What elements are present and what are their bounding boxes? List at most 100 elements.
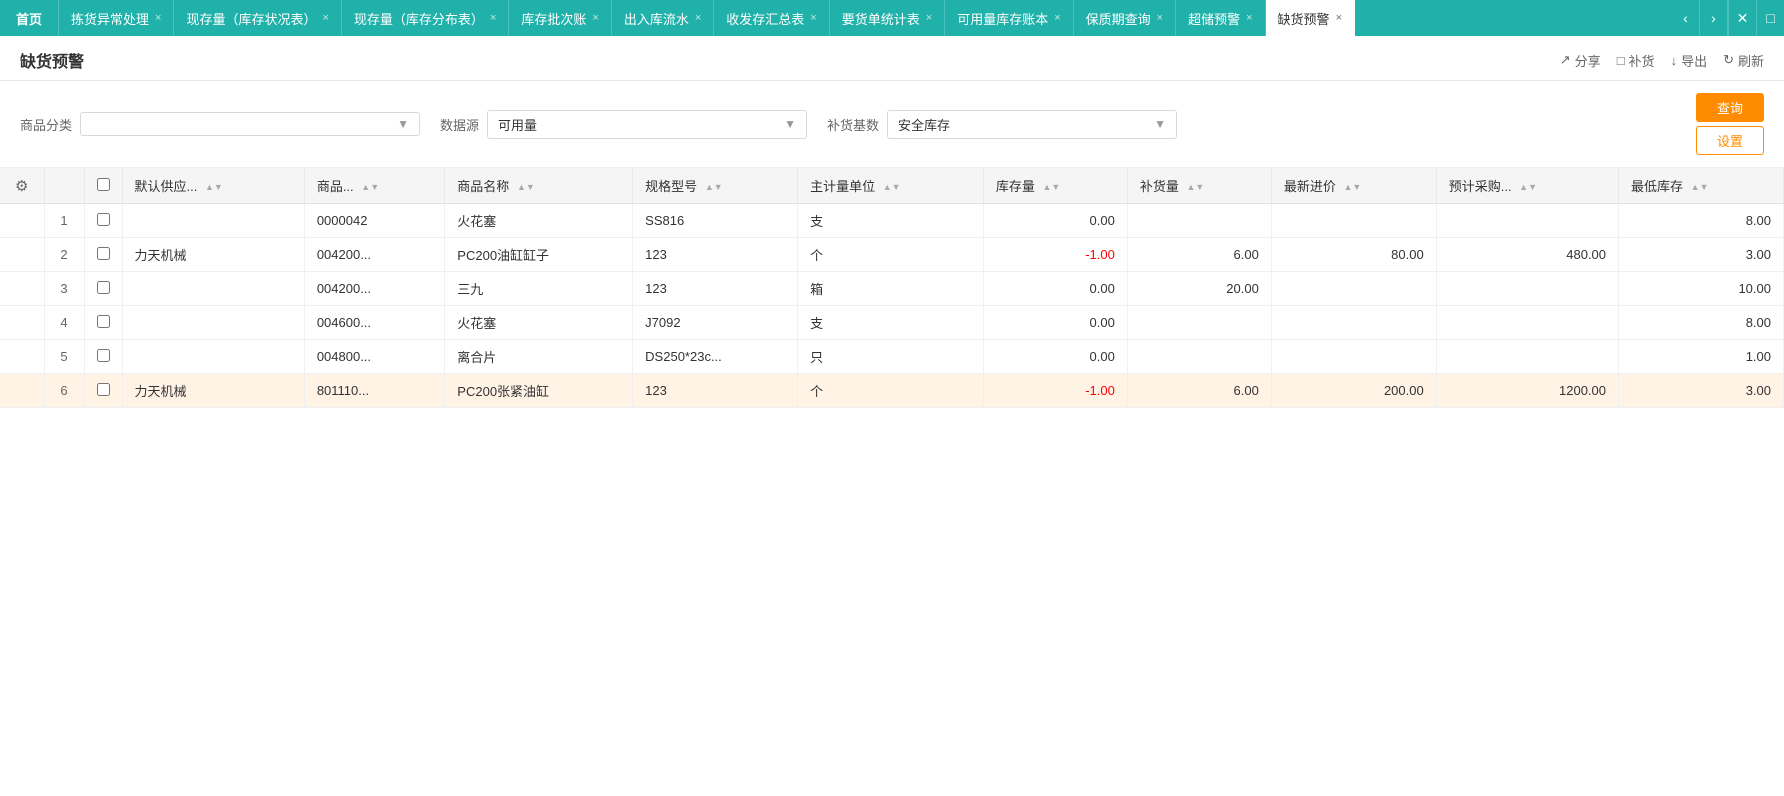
tab-prev-button[interactable]: ‹ xyxy=(1672,0,1700,36)
tab-order-stats[interactable]: 要货单统计表 × xyxy=(830,0,945,36)
col-stock-qty[interactable]: 库存量 ▲▼ xyxy=(983,168,1127,204)
category-filter-group: 商品分类 ▼ xyxy=(20,112,420,136)
row-supplier xyxy=(122,340,304,374)
col-num xyxy=(44,168,84,204)
row-estimated-purchase xyxy=(1436,340,1618,374)
col-default-supplier[interactable]: 默认供应... ▲▼ xyxy=(122,168,304,204)
replenish-base-select[interactable]: 安全库存 ▼ xyxy=(887,110,1177,139)
window-close-button[interactable]: ✕ xyxy=(1728,0,1756,36)
category-label: 商品分类 xyxy=(20,115,72,134)
row-supplier xyxy=(122,272,304,306)
col-unit[interactable]: 主计量单位 ▲▼ xyxy=(798,168,984,204)
col-latest-price[interactable]: 最新进价 ▲▼ xyxy=(1271,168,1436,204)
table-row: 5 004800... 离合片 DS250*23c... 只 0.00 1.00 xyxy=(0,340,1784,374)
row-latest-price xyxy=(1271,272,1436,306)
row-min-stock: 3.00 xyxy=(1619,238,1784,272)
col-min-stock[interactable]: 最低库存 ▲▼ xyxy=(1619,168,1784,204)
row-unit: 支 xyxy=(798,306,984,340)
row-product-name: 火花塞 xyxy=(445,306,633,340)
row-product-name: 火花塞 xyxy=(445,204,633,238)
share-button[interactable]: ↗ 分享 xyxy=(1560,51,1601,70)
row-product-code: 0000042 xyxy=(304,204,444,238)
close-tab-expiry-query[interactable]: × xyxy=(1157,12,1163,24)
tab-shortage[interactable]: 缺货预警 × xyxy=(1266,0,1355,36)
select-all-checkbox[interactable] xyxy=(97,178,110,191)
row-checkbox-cell[interactable] xyxy=(84,374,122,408)
table-row: 1 0000042 火花塞 SS816 支 0.00 8.00 xyxy=(0,204,1784,238)
row-checkbox[interactable] xyxy=(97,383,110,396)
row-stock-qty: 0.00 xyxy=(983,306,1127,340)
close-tab-receive-summary[interactable]: × xyxy=(810,12,816,24)
row-latest-price xyxy=(1271,204,1436,238)
row-product-code: 004200... xyxy=(304,272,444,306)
row-checkbox-cell[interactable] xyxy=(84,272,122,306)
col-product-name[interactable]: 商品名称 ▲▼ xyxy=(445,168,633,204)
tab-inout-flow[interactable]: 出入库流水 × xyxy=(612,0,714,36)
row-checkbox[interactable] xyxy=(97,349,110,362)
row-checkbox[interactable] xyxy=(97,213,110,226)
row-settings-cell xyxy=(0,306,44,340)
query-button[interactable]: 查询 xyxy=(1696,93,1764,122)
close-tab-inout-flow[interactable]: × xyxy=(695,12,701,24)
col-estimated-purchase[interactable]: 预计采购... ▲▼ xyxy=(1436,168,1618,204)
row-checkbox[interactable] xyxy=(97,315,110,328)
tab-inventory-status[interactable]: 现存量（库存状况表） × xyxy=(174,0,341,36)
datasource-dropdown-icon: ▼ xyxy=(784,117,796,131)
export-icon: ↓ xyxy=(1671,53,1678,68)
col-product-code[interactable]: 商品... ▲▼ xyxy=(304,168,444,204)
close-tab-inventory-dist[interactable]: × xyxy=(490,12,496,24)
tab-receive-summary[interactable]: 收发存汇总表 × xyxy=(714,0,829,36)
export-button[interactable]: ↓ 导出 xyxy=(1671,51,1708,70)
sort-icon-unit: ▲▼ xyxy=(883,183,901,192)
gear-icon[interactable]: ⚙ xyxy=(15,177,28,195)
data-table: ⚙ 默认供应... ▲▼ 商品... ▲▼ 商品名称 xyxy=(0,168,1784,408)
close-tab-order-stats[interactable]: × xyxy=(926,12,932,24)
close-tab-available-ledger[interactable]: × xyxy=(1054,12,1060,24)
tab-next-button[interactable]: › xyxy=(1700,0,1728,36)
table-row: 3 004200... 三九 123 箱 0.00 20.00 10.00 xyxy=(0,272,1784,306)
row-checkbox[interactable] xyxy=(97,247,110,260)
row-checkbox-cell[interactable] xyxy=(84,306,122,340)
row-checkbox-cell[interactable] xyxy=(84,340,122,374)
datasource-select[interactable]: 可用量 ▼ xyxy=(487,110,807,139)
settings-button[interactable]: 设置 xyxy=(1696,126,1764,155)
row-min-stock: 1.00 xyxy=(1619,340,1784,374)
row-min-stock: 8.00 xyxy=(1619,306,1784,340)
refresh-button[interactable]: ↻ 刷新 xyxy=(1723,51,1764,70)
row-product-code: 801110... xyxy=(304,374,444,408)
row-checkbox[interactable] xyxy=(97,281,110,294)
datasource-filter-group: 数据源 可用量 ▼ xyxy=(440,110,807,139)
col-checkbox[interactable] xyxy=(84,168,122,204)
row-checkbox-cell[interactable] xyxy=(84,204,122,238)
tab-overstock[interactable]: 超储预警 × xyxy=(1176,0,1265,36)
row-supplier: 力天机械 xyxy=(122,238,304,272)
row-spec: 123 xyxy=(633,238,798,272)
tab-inventory-dist[interactable]: 现存量（库存分布表） × xyxy=(342,0,509,36)
row-min-stock: 10.00 xyxy=(1619,272,1784,306)
category-select[interactable]: ▼ xyxy=(80,112,420,136)
close-tab-overstock[interactable]: × xyxy=(1246,12,1252,24)
row-replenish-qty: 6.00 xyxy=(1127,374,1271,408)
window-maximize-button[interactable]: □ xyxy=(1756,0,1784,36)
row-supplier xyxy=(122,204,304,238)
sort-icon-supplier: ▲▼ xyxy=(205,183,223,192)
row-replenish-qty xyxy=(1127,204,1271,238)
col-replenish-qty[interactable]: 补货量 ▲▼ xyxy=(1127,168,1271,204)
col-spec[interactable]: 规格型号 ▲▼ xyxy=(633,168,798,204)
replenish-button[interactable]: □ 补货 xyxy=(1617,51,1655,70)
tab-home[interactable]: 首页 xyxy=(0,0,59,36)
tab-exception[interactable]: 拣货异常处理 × xyxy=(59,0,174,36)
row-product-name: 离合片 xyxy=(445,340,633,374)
replenish-icon: □ xyxy=(1617,53,1625,68)
close-tab-batch-account[interactable]: × xyxy=(592,12,598,24)
tab-available-ledger[interactable]: 可用量库存账本 × xyxy=(945,0,1073,36)
row-stock-qty: -1.00 xyxy=(983,238,1127,272)
tab-expiry-query[interactable]: 保质期查询 × xyxy=(1074,0,1176,36)
close-tab-exception[interactable]: × xyxy=(155,12,161,24)
row-checkbox-cell[interactable] xyxy=(84,238,122,272)
close-tab-inventory-status[interactable]: × xyxy=(322,12,328,24)
col-settings[interactable]: ⚙ xyxy=(0,168,44,204)
close-tab-shortage[interactable]: × xyxy=(1336,12,1342,24)
row-stock-qty: 0.00 xyxy=(983,204,1127,238)
tab-batch-account[interactable]: 库存批次账 × xyxy=(509,0,611,36)
